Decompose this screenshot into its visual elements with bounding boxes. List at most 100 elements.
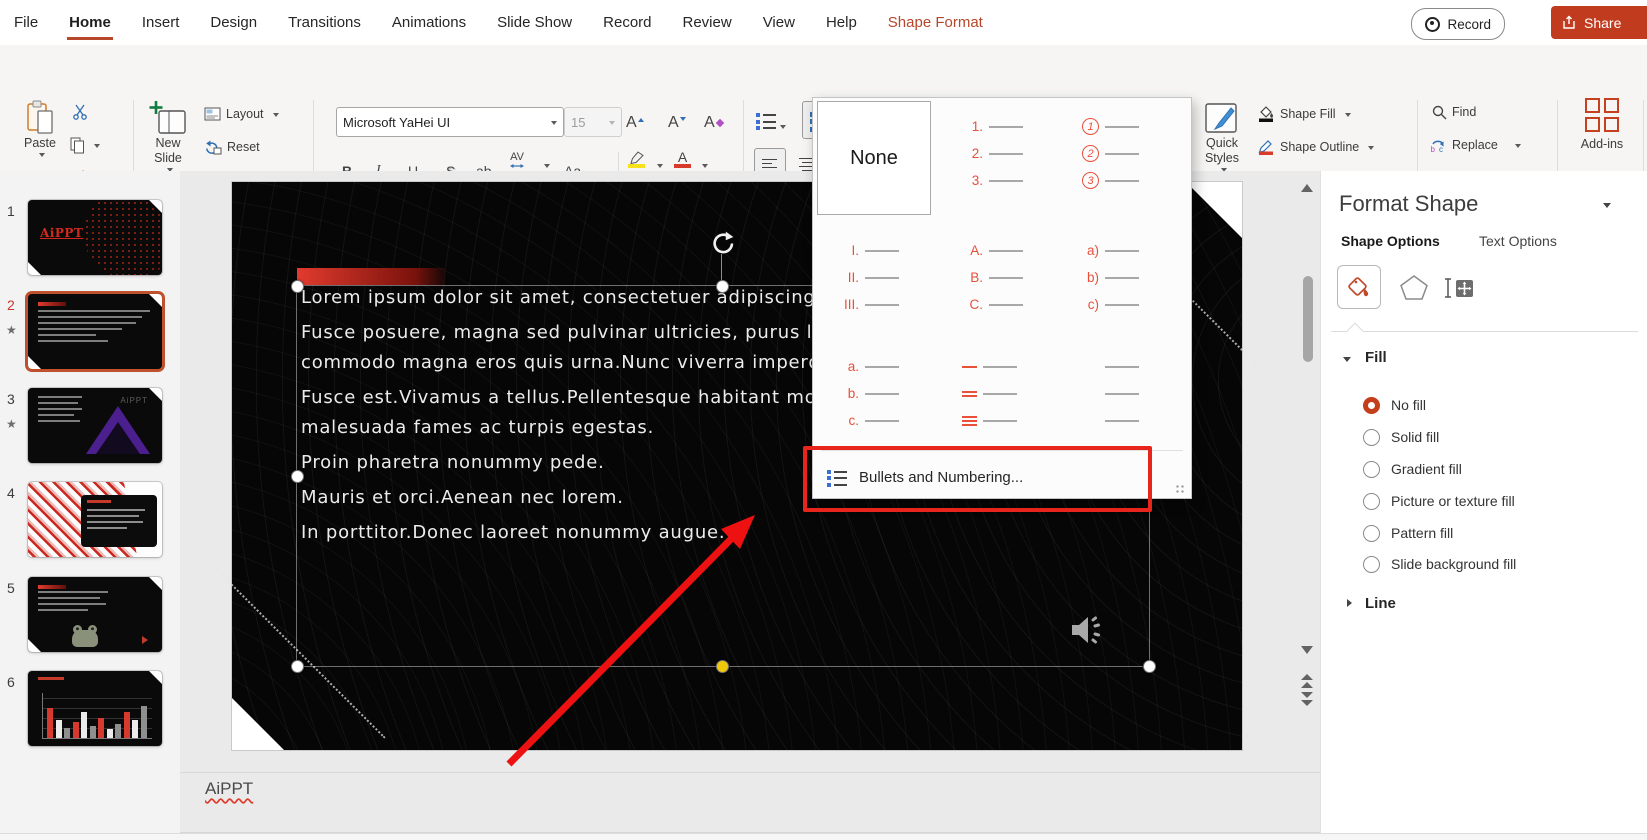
- new-slide-label: New Slide: [154, 136, 182, 165]
- bullets-button[interactable]: [756, 106, 786, 130]
- font-color-glyph: A: [677, 149, 688, 165]
- numbering-option-alpha-lower-paren[interactable]: a) b) c): [1069, 237, 1165, 318]
- marker: 3.: [971, 173, 983, 188]
- clear-formatting-button[interactable]: A: [704, 108, 724, 132]
- share-button[interactable]: Share: [1551, 6, 1647, 39]
- marker: C.: [969, 297, 984, 312]
- tab-transitions[interactable]: Transitions: [288, 14, 361, 31]
- replace-button[interactable]: b c Replace: [1430, 135, 1521, 155]
- resize-handle-top-center[interactable]: [716, 280, 729, 293]
- numbering-option-cjk[interactable]: [953, 353, 1049, 434]
- thumb-text-line: [38, 322, 136, 324]
- slide-red-accent-bar: [297, 268, 445, 285]
- font-size-value: 15: [571, 114, 586, 130]
- chevron-down-icon[interactable]: [544, 164, 550, 171]
- scrollbar-thumb[interactable]: [1303, 276, 1313, 362]
- fill-option-picture-fill[interactable]: Picture or texture fill: [1363, 492, 1515, 510]
- audio-speaker-icon[interactable]: [1070, 614, 1106, 646]
- quick-styles-button[interactable]: Quick Styles: [1194, 100, 1250, 173]
- notes-divider[interactable]: [180, 772, 1320, 773]
- tab-shape-options[interactable]: Shape Options: [1341, 233, 1440, 249]
- find-label: Find: [1452, 105, 1477, 119]
- chevron-down-icon[interactable]: [657, 164, 663, 171]
- shape-fill-button[interactable]: Shape Fill: [1258, 104, 1351, 124]
- numbering-gallery-menu: None 1. 2. 3. 1 2 3 I. II. III. A. B. C.…: [812, 97, 1192, 499]
- notes-text[interactable]: AiPPT: [205, 779, 253, 799]
- scroll-up-arrow[interactable]: [1301, 178, 1313, 192]
- next-slide-button[interactable]: [1301, 700, 1313, 712]
- resize-handle-top-left[interactable]: [291, 280, 304, 293]
- tab-file[interactable]: File: [14, 14, 38, 31]
- tab-view[interactable]: View: [763, 14, 795, 31]
- chevron-right-icon[interactable]: [1347, 599, 1356, 607]
- slide-thumbnail-6[interactable]: [28, 671, 162, 746]
- find-button[interactable]: Find: [1432, 102, 1476, 122]
- numbering-option-plain[interactable]: [1069, 353, 1165, 434]
- rotate-handle[interactable]: [709, 230, 735, 256]
- previous-slide-button[interactable]: [1301, 676, 1313, 688]
- paste-button[interactable]: Paste: [16, 100, 64, 158]
- grow-font-button[interactable]: A: [626, 108, 644, 132]
- tab-home[interactable]: Home: [67, 14, 113, 40]
- none-label: None: [850, 146, 898, 169]
- highlighter-icon: [629, 151, 644, 164]
- size-properties-icon-button[interactable]: [1443, 273, 1477, 303]
- slide-thumbnail-1[interactable]: AiPPT: [28, 200, 162, 275]
- tab-record[interactable]: Record: [603, 14, 651, 31]
- font-size-combo[interactable]: 15: [564, 107, 622, 137]
- line-section-header[interactable]: Line: [1365, 595, 1396, 612]
- tab-shape-format[interactable]: Shape Format: [888, 14, 983, 31]
- numbering-option-roman-upper[interactable]: I. II. III.: [829, 237, 925, 318]
- shrink-font-button[interactable]: A: [668, 108, 686, 132]
- resize-handle-bottom-right[interactable]: [1143, 660, 1156, 673]
- resize-handle-middle-left[interactable]: [291, 470, 304, 483]
- fill-option-pattern-fill[interactable]: Pattern fill: [1363, 524, 1453, 542]
- tab-text-options[interactable]: Text Options: [1479, 233, 1557, 249]
- marker: III.: [843, 297, 859, 312]
- tab-design[interactable]: Design: [210, 14, 257, 31]
- corner-decoration: [149, 577, 162, 590]
- scissors-icon: [73, 104, 87, 120]
- numbering-option-circled[interactable]: 1 2 3: [1069, 113, 1165, 194]
- scroll-down-arrow[interactable]: [1301, 646, 1313, 660]
- marker-cjk-one: [953, 365, 983, 368]
- slide-thumbnail-3[interactable]: AiPPT: [28, 388, 162, 463]
- numbering-option-alpha-upper[interactable]: A. B. C.: [953, 237, 1049, 318]
- adjust-handle-bottom-center[interactable]: [716, 660, 729, 673]
- tab-slide-show[interactable]: Slide Show: [497, 14, 572, 31]
- record-button[interactable]: Record: [1411, 8, 1505, 40]
- tab-animations[interactable]: Animations: [392, 14, 466, 31]
- fill-option-gradient-fill[interactable]: Gradient fill: [1363, 460, 1462, 478]
- fill-section-header[interactable]: Fill: [1365, 349, 1387, 366]
- layout-button[interactable]: Layout: [204, 104, 279, 124]
- tab-review[interactable]: Review: [683, 14, 732, 31]
- cut-button[interactable]: [72, 102, 88, 122]
- copy-button[interactable]: [70, 135, 100, 155]
- fill-option-solid-fill[interactable]: Solid fill: [1363, 428, 1439, 446]
- collapse-pane-chevron-icon[interactable]: [1603, 203, 1611, 212]
- addins-button[interactable]: Add-ins: [1572, 98, 1632, 152]
- fill-option-no-fill[interactable]: No fill: [1363, 396, 1426, 414]
- effects-icon-button[interactable]: [1397, 271, 1431, 303]
- font-name-combo[interactable]: Microsoft YaHei UI: [336, 107, 564, 137]
- tab-help[interactable]: Help: [826, 14, 857, 31]
- numbering-option-decimal[interactable]: 1. 2. 3.: [953, 113, 1049, 194]
- radio-icon: [1363, 460, 1380, 478]
- numbering-option-alpha-lower[interactable]: a. b. c.: [829, 353, 925, 434]
- new-slide-button[interactable]: New Slide: [142, 100, 194, 173]
- reset-button[interactable]: Reset: [204, 137, 260, 157]
- marker: 3: [1087, 174, 1094, 187]
- slide-thumbnail-4[interactable]: [28, 482, 162, 557]
- slide-thumbnail-5[interactable]: [28, 577, 162, 652]
- fill-and-line-icon-button[interactable]: [1337, 265, 1381, 309]
- shape-outline-button[interactable]: Shape Outline: [1258, 137, 1375, 157]
- tab-insert[interactable]: Insert: [142, 14, 180, 31]
- slide-thumbnail-2-selected[interactable]: [28, 294, 162, 369]
- resize-handle-bottom-left[interactable]: [291, 660, 304, 673]
- chevron-down-icon[interactable]: [1343, 357, 1351, 366]
- fill-option-slide-background-fill[interactable]: Slide background fill: [1363, 555, 1516, 573]
- shape-fill-icon: [1259, 106, 1274, 122]
- numbering-option-none[interactable]: None: [817, 101, 931, 215]
- chevron-down-icon[interactable]: [702, 164, 708, 171]
- menu-resize-grip[interactable]: [1175, 484, 1185, 494]
